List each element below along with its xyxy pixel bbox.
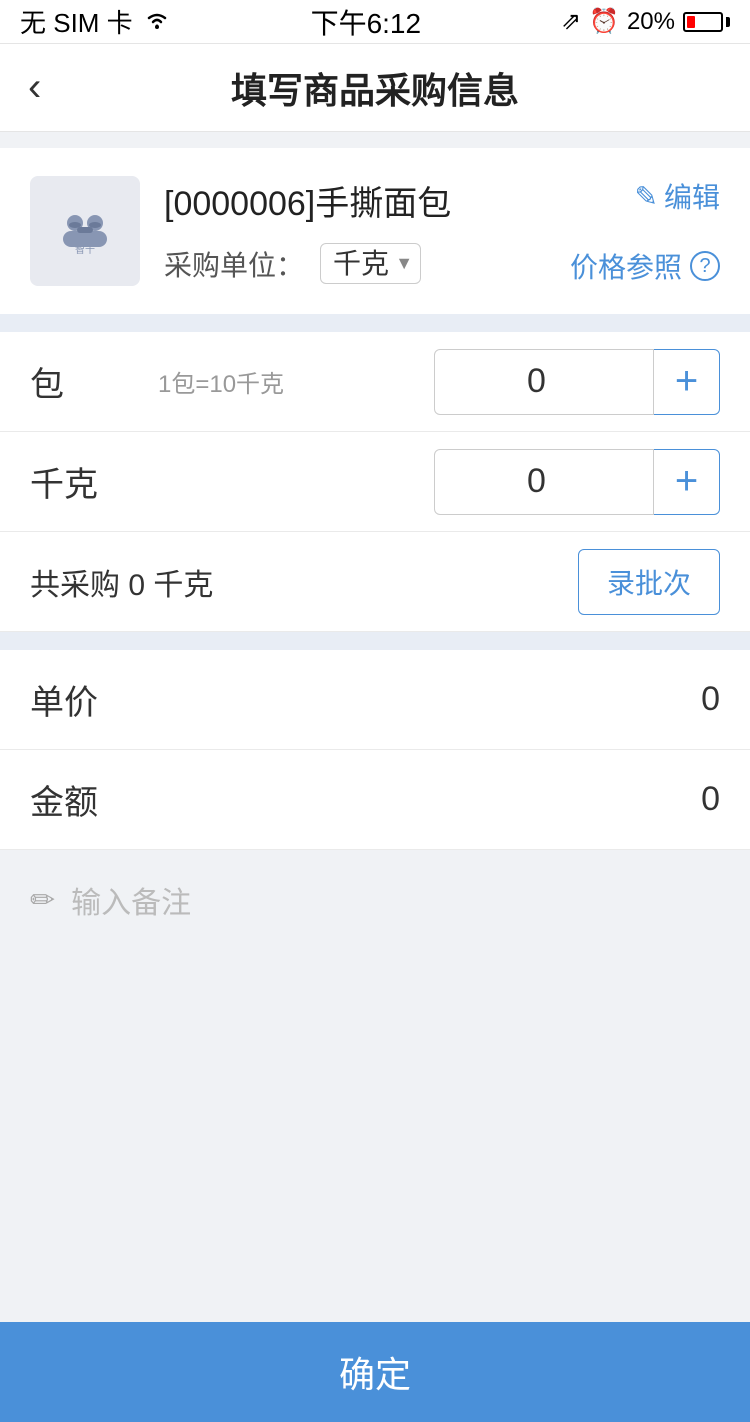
quantity-section: 包 1包=10千克 + 千克 + 共采购 0 千克 录批次 <box>0 332 750 632</box>
unit-select-wrap[interactable]: 千克 包 <box>320 243 421 284</box>
product-image: 智十 <box>30 176 140 286</box>
sim-status: 无 SIM 卡 <box>20 3 133 40</box>
edit-button[interactable]: ✎ 编辑 <box>635 176 720 216</box>
divider-1 <box>0 314 750 332</box>
status-right: ⇗ ⏰ 20% <box>561 7 730 36</box>
record-batch-button[interactable]: 录批次 <box>578 549 720 615</box>
divider-2 <box>0 632 750 650</box>
pack-input-right: + <box>434 349 720 415</box>
pencil-icon: ✏ <box>30 883 55 918</box>
amount-row: 金额 0 <box>0 750 750 850</box>
help-icon: ? <box>690 251 720 281</box>
price-ref-button[interactable]: 价格参照 ? <box>570 246 720 286</box>
page-title: 填写商品采购信息 <box>231 62 519 114</box>
kg-input-right: + <box>434 449 720 515</box>
total-row: 共采购 0 千克 录批次 <box>0 532 750 632</box>
remark-section[interactable]: ✏ 输入备注 <box>0 850 750 950</box>
remark-placeholder: 输入备注 <box>71 878 191 922</box>
status-left: 无 SIM 卡 <box>20 3 171 40</box>
pack-label: 包 <box>30 357 150 406</box>
status-bar: 无 SIM 卡 下午6:12 ⇗ ⏰ 20% <box>0 0 750 44</box>
back-button[interactable]: ‹ <box>28 65 41 110</box>
pack-plus-button[interactable]: + <box>654 349 720 415</box>
product-card: 智十 [0000006]手撕面包 采购单位： 千克 包 ✎ 编辑 价格参照 ? <box>0 148 750 314</box>
amount-label: 金额 <box>30 775 98 824</box>
unit-select[interactable]: 千克 包 <box>320 243 421 284</box>
nav-bar: ‹ 填写商品采购信息 <box>0 44 750 132</box>
battery-icon <box>683 12 730 32</box>
alarm-icon: ⏰ <box>589 7 619 36</box>
edit-icon: ✎ <box>635 180 658 213</box>
svg-text:智十: 智十 <box>75 243 95 256</box>
amount-value: 0 <box>701 780 720 819</box>
wifi-icon <box>143 6 171 37</box>
total-text: 共采购 0 千克 <box>30 560 213 604</box>
battery-percent: 20% <box>627 8 675 36</box>
kg-input-row: 千克 + <box>0 432 750 532</box>
pack-input-row: 包 1包=10千克 + <box>0 332 750 432</box>
kg-number-input[interactable] <box>434 449 654 515</box>
confirm-button[interactable]: 确定 <box>0 1322 750 1422</box>
location-icon: ⇗ <box>561 7 581 36</box>
unit-label: 采购单位： <box>164 244 304 284</box>
content-spacer <box>0 950 750 1322</box>
status-time: 下午6:12 <box>311 2 422 42</box>
pack-number-input[interactable] <box>434 349 654 415</box>
unit-price-label: 单价 <box>30 675 98 724</box>
kg-label: 千克 <box>30 457 150 506</box>
unit-price-value: 0 <box>701 680 720 719</box>
unit-price-row: 单价 0 <box>0 650 750 750</box>
pack-sublabel: 1包=10千克 <box>158 364 284 399</box>
kg-plus-button[interactable]: + <box>654 449 720 515</box>
price-section: 单价 0 金额 0 <box>0 650 750 850</box>
